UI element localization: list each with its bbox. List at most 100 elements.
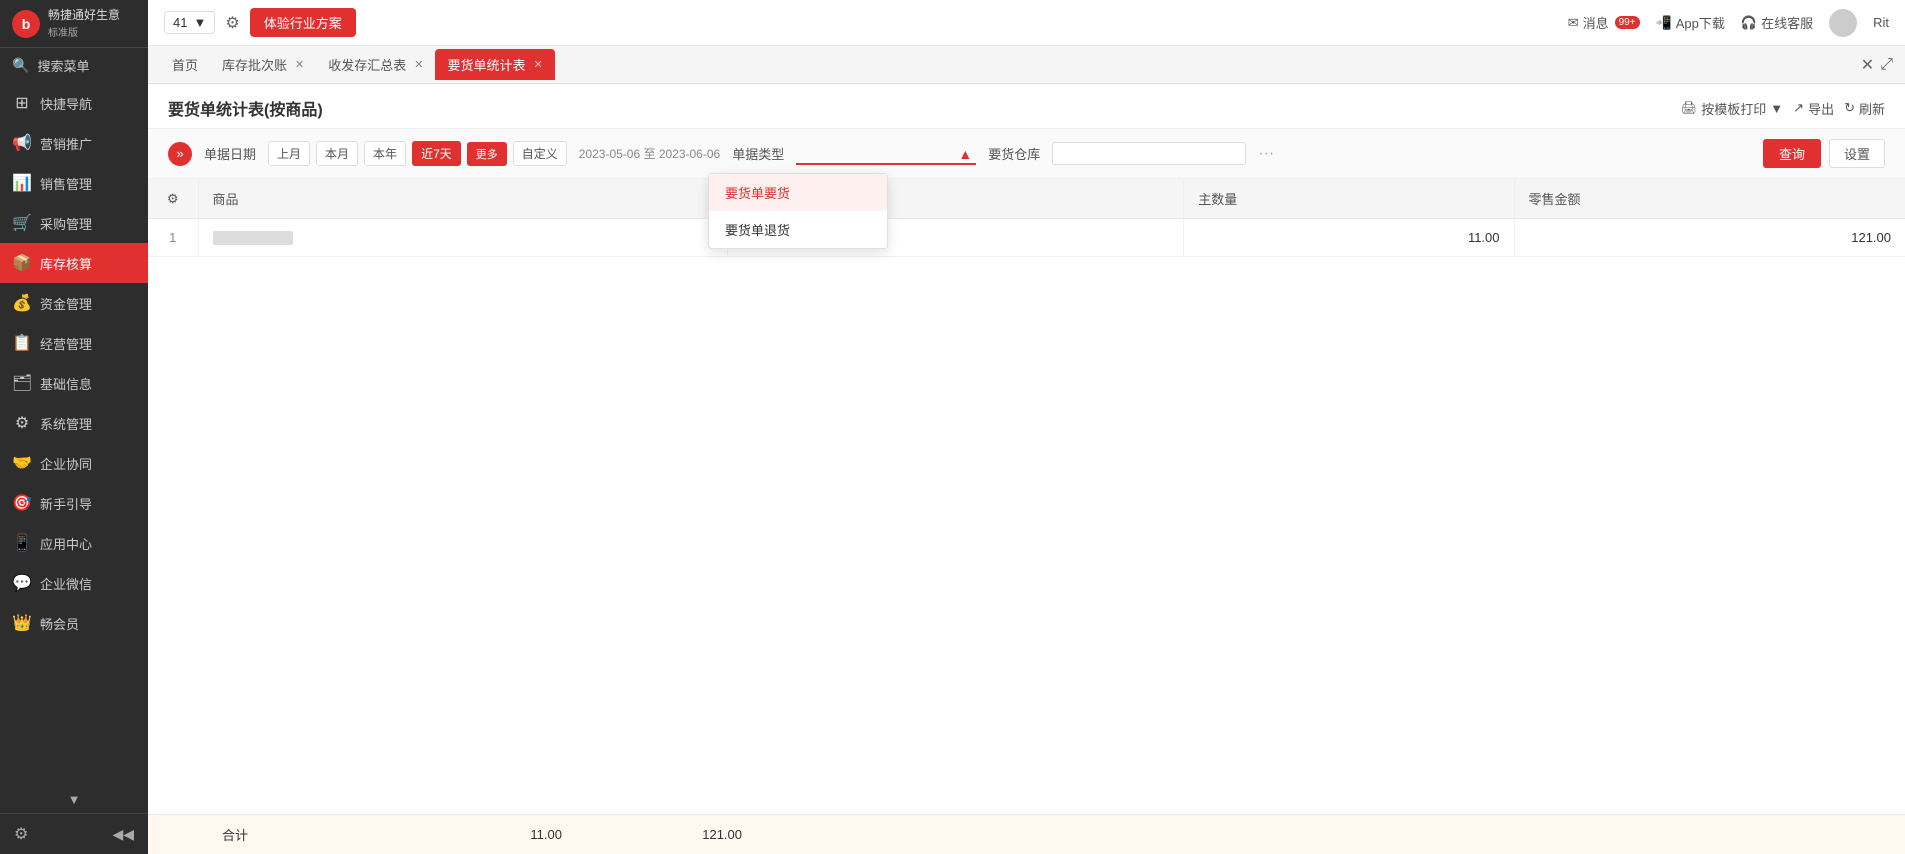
sidebar-item-inventory[interactable]: 📦 库存核算 — [0, 243, 148, 283]
tab-inventory-batch[interactable]: 库存批次账 ✕ — [210, 49, 316, 80]
sidebar-settings-icon[interactable]: ⚙ — [14, 824, 28, 844]
service-icon: 🎧 — [1741, 15, 1757, 31]
tab-order-stats[interactable]: 要货单统计表 ✕ — [435, 49, 554, 80]
date-more[interactable]: 更多 — [467, 142, 507, 166]
basic-info-icon: 🗂 — [12, 373, 32, 393]
dropdown-item-return[interactable]: 要货单退货 — [709, 211, 887, 248]
query-button[interactable]: 查询 — [1763, 139, 1821, 168]
main-content: 41 ▼ ⚙ 体验行业方案 ✉ 消息 99+ 📲 App下载 🎧 在线客服 Ri… — [148, 0, 1905, 854]
company-selector[interactable]: 41 ▼ — [164, 11, 215, 34]
sidebar-logo: b 畅捷通好生意 标准版 — [0, 0, 148, 48]
sidebar-collapse-icon[interactable]: ◀◀ — [112, 826, 134, 843]
date-quick-select: 上月 本月 本年 近7天 更多 自定义 — [268, 141, 567, 166]
date-last-7-days[interactable]: 近7天 — [412, 141, 461, 166]
dropdown-item-purchase[interactable]: 要货单要货 — [709, 174, 887, 211]
sidebar-item-label: 资金管理 — [40, 294, 92, 313]
expand-icon: » — [176, 146, 183, 161]
warehouse-input[interactable] — [1052, 142, 1246, 165]
sales-icon: 📊 — [12, 173, 32, 193]
sidebar-item-cooperation[interactable]: 🤝 企业协同 — [0, 443, 148, 483]
user-avatar[interactable] — [1829, 9, 1857, 37]
sidebar-item-label: 库存核算 — [40, 254, 92, 273]
topbar-gear-icon[interactable]: ⚙ — [225, 13, 239, 33]
col-settings[interactable]: ⚙ — [148, 179, 198, 219]
date-last-month[interactable]: 上月 — [268, 141, 310, 166]
sidebar-scroll-down[interactable]: ▼ — [0, 786, 148, 813]
date-custom[interactable]: 自定义 — [513, 141, 567, 166]
sidebar-item-label: 系统管理 — [40, 414, 92, 433]
inventory-icon: 📦 — [12, 253, 32, 273]
tab-close-all-icon[interactable]: ✕ — [1861, 55, 1874, 75]
print-button[interactable]: 🖨 按模板打印 ▼ — [1681, 99, 1783, 118]
sidebar-item-system[interactable]: ⚙ 系统管理 — [0, 403, 148, 443]
sidebar-item-sales[interactable]: 📊 销售管理 — [0, 163, 148, 203]
date-label: 单据日期 — [204, 144, 256, 163]
type-select-wrapper: 要货单要货 要货单退货 ▲ — [796, 142, 976, 165]
sidebar-item-guide[interactable]: 🎯 新手引导 — [0, 483, 148, 523]
sidebar-item-finance[interactable]: 💰 资金管理 — [0, 283, 148, 323]
tab-expand-icon[interactable]: ⤢ — [1880, 56, 1893, 74]
sidebar-item-management[interactable]: 📋 经营管理 — [0, 323, 148, 363]
type-label: 单据类型 — [732, 144, 784, 163]
sidebar-item-label: 企业协同 — [40, 454, 92, 473]
trial-button[interactable]: 体验行业方案 — [250, 8, 356, 37]
refresh-icon: ↻ — [1844, 100, 1855, 116]
date-this-year[interactable]: 本年 — [364, 141, 406, 166]
print-expand-icon: ▼ — [1770, 101, 1783, 116]
sidebar-bottom: ⚙ ◀◀ — [0, 813, 148, 854]
management-icon: 📋 — [12, 333, 32, 353]
guide-icon: 🎯 — [12, 493, 32, 513]
tab-home[interactable]: 首页 — [160, 49, 210, 80]
messages-button[interactable]: ✉ 消息 99+ — [1568, 13, 1640, 32]
sidebar-item-basic-info[interactable]: 🗂 基础信息 — [0, 363, 148, 403]
topbar-left: 41 ▼ ⚙ 体验行业方案 — [164, 8, 1568, 37]
sidebar-item-marketing[interactable]: 📢 营销推广 — [0, 123, 148, 163]
tab-order-stats-close[interactable]: ✕ — [534, 58, 543, 71]
table-wrapper: ⚙ 商品 主计量单位 主数量 零售金额 1 块 11.00 — [148, 179, 1905, 814]
tab-receivable-summary[interactable]: 收发存汇总表 ✕ — [316, 49, 435, 80]
tab-inventory-batch-close[interactable]: ✕ — [295, 58, 304, 71]
sidebar: b 畅捷通好生意 标准版 🔍 搜索菜单 ⊞ 快捷导航 📢 营销推广 📊 销售管理… — [0, 0, 148, 854]
filter-expand-button[interactable]: » — [168, 142, 192, 166]
marketing-icon: 📢 — [12, 133, 32, 153]
system-icon: ⚙ — [12, 413, 32, 433]
sidebar-item-label: 经营管理 — [40, 334, 92, 353]
type-select[interactable]: 要货单要货 要货单退货 — [796, 142, 976, 165]
online-service-button[interactable]: 🎧 在线客服 — [1741, 13, 1813, 32]
topbar-right: ✉ 消息 99+ 📲 App下载 🎧 在线客服 Rit — [1568, 9, 1889, 37]
page-actions: 🖨 按模板打印 ▼ ↗ 导出 ↻ 刷新 — [1681, 99, 1885, 118]
export-button[interactable]: ↗ 导出 — [1793, 99, 1834, 118]
sidebar-item-wechat[interactable]: 💬 企业微信 — [0, 563, 148, 603]
date-this-month[interactable]: 本月 — [316, 141, 358, 166]
sidebar-item-label: 基础信息 — [40, 374, 92, 393]
footer-quantity: 11.00 — [422, 827, 562, 842]
tabs-bar: 首页 库存批次账 ✕ 收发存汇总表 ✕ 要货单统计表 ✕ ✕ ⤢ — [148, 46, 1905, 84]
type-dropdown: 要货单要货 要货单退货 — [708, 173, 888, 249]
download-icon: 📲 — [1656, 15, 1672, 31]
sidebar-item-member[interactable]: 👑 畅会员 — [0, 603, 148, 643]
sidebar-item-purchase[interactable]: 🛒 采购管理 — [0, 203, 148, 243]
app-center-icon: 📱 — [12, 533, 32, 553]
wechat-icon: 💬 — [12, 573, 32, 593]
sidebar-item-app-center[interactable]: 📱 应用中心 — [0, 523, 148, 563]
app-download-button[interactable]: 📲 App下载 — [1656, 13, 1725, 32]
sidebar-item-label: 快捷导航 — [40, 94, 92, 113]
settings-button[interactable]: 设置 — [1829, 139, 1885, 168]
refresh-button[interactable]: ↻ 刷新 — [1844, 99, 1885, 118]
cooperation-icon: 🤝 — [12, 453, 32, 473]
search-menu-item[interactable]: 🔍 搜索菜单 — [0, 48, 148, 83]
filter-more-icon[interactable]: ··· — [1258, 145, 1274, 163]
amount-cell: 121.00 — [1514, 219, 1905, 257]
quick-nav-icon: ⊞ — [12, 93, 32, 113]
sidebar-item-quick-nav[interactable]: ⊞ 快捷导航 — [0, 83, 148, 123]
data-table: ⚙ 商品 主计量单位 主数量 零售金额 1 块 11.00 — [148, 179, 1905, 257]
company-name: 畅捷通好生意 — [48, 8, 120, 24]
tab-inventory-batch-label: 库存批次账 — [222, 55, 287, 74]
tab-receivable-summary-close[interactable]: ✕ — [414, 58, 423, 71]
messages-badge: 99+ — [1615, 16, 1640, 29]
member-icon: 👑 — [12, 613, 32, 633]
tab-order-stats-label: 要货单统计表 — [447, 55, 525, 74]
sidebar-item-label: 销售管理 — [40, 174, 92, 193]
export-icon: ↗ — [1793, 100, 1804, 116]
sidebar-item-label: 企业微信 — [40, 574, 92, 593]
